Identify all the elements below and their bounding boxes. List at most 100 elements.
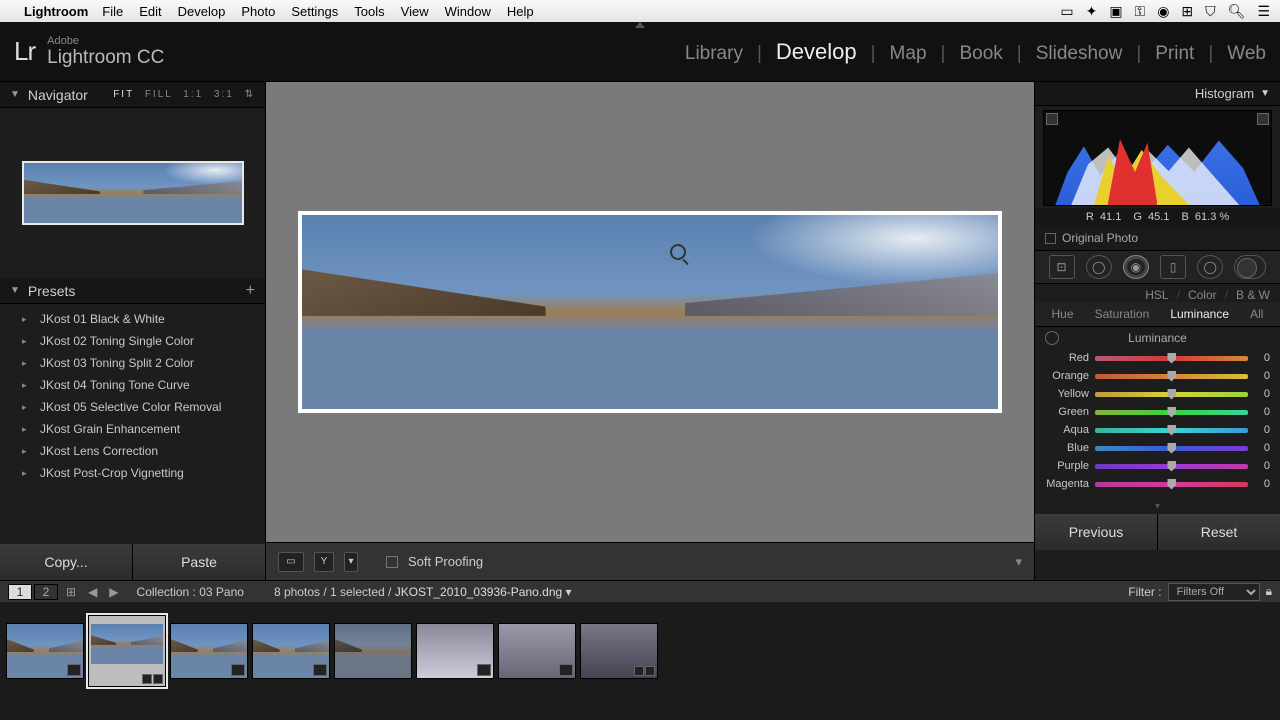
- before-after-button[interactable]: Y: [314, 552, 334, 572]
- slider-red[interactable]: Red0: [1045, 349, 1270, 367]
- previous-button[interactable]: Previous: [1035, 514, 1157, 550]
- shield-icon[interactable]: ⛉: [1205, 3, 1216, 20]
- menu-edit[interactable]: Edit: [139, 4, 161, 19]
- preset-item[interactable]: JKost 03 Toning Split 2 Color: [0, 352, 265, 374]
- collection-breadcrumb[interactable]: Collection : 03 Pano: [137, 585, 244, 599]
- zoom-3to1[interactable]: 3:1: [214, 89, 234, 100]
- original-photo-checkbox[interactable]: [1045, 233, 1056, 244]
- preset-item[interactable]: JKost 02 Toning Single Color: [0, 330, 265, 352]
- histogram-graph[interactable]: [1043, 110, 1272, 206]
- highlight-clip-icon[interactable]: [1257, 113, 1269, 125]
- panel-overflow-icon[interactable]: ▾: [1035, 499, 1280, 514]
- filter-lock-icon[interactable]: 🔒︎: [1266, 584, 1272, 599]
- soft-proof-checkbox[interactable]: [386, 556, 398, 568]
- slider-blue[interactable]: Blue0: [1045, 439, 1270, 457]
- reset-button[interactable]: Reset: [1158, 514, 1280, 550]
- presets-header[interactable]: ▼ Presets +: [0, 278, 265, 304]
- lum-subtab[interactable]: Luminance: [1170, 307, 1229, 321]
- menu-window[interactable]: Window: [445, 4, 491, 19]
- filter-select[interactable]: Filters Off: [1168, 583, 1260, 601]
- slider-track[interactable]: [1095, 392, 1248, 397]
- view-tab-2[interactable]: 2: [34, 584, 58, 600]
- module-web[interactable]: Web: [1227, 43, 1266, 65]
- brush-tool[interactable]: [1234, 255, 1266, 279]
- slider-magenta[interactable]: Magenta0: [1045, 475, 1270, 493]
- slider-knob[interactable]: [1167, 353, 1176, 364]
- sat-subtab[interactable]: Saturation: [1095, 307, 1150, 321]
- menu-develop[interactable]: Develop: [178, 4, 226, 19]
- menu-help[interactable]: Help: [507, 4, 534, 19]
- zoom-fill[interactable]: FILL: [145, 89, 173, 100]
- preset-item[interactable]: JKost 05 Selective Color Removal: [0, 396, 265, 418]
- next-photo-icon[interactable]: ▶: [109, 585, 118, 599]
- slider-track[interactable]: [1095, 356, 1248, 361]
- preset-item[interactable]: JKost 01 Black & White: [0, 308, 265, 330]
- presets-disclosure-icon[interactable]: ▼: [10, 285, 20, 296]
- preset-item[interactable]: JKost Post-Crop Vignetting: [0, 462, 265, 484]
- zoom-1to1[interactable]: 1:1: [183, 89, 203, 100]
- slider-knob[interactable]: [1167, 461, 1176, 472]
- filmstrip-thumb[interactable]: [498, 623, 576, 679]
- list-icon[interactable]: ☰: [1257, 3, 1270, 20]
- grid-icon[interactable]: ⊞: [1181, 3, 1193, 20]
- slider-knob[interactable]: [1167, 407, 1176, 418]
- targeted-adjust-tool[interactable]: [1045, 331, 1059, 345]
- view-tab-1[interactable]: 1: [8, 584, 32, 600]
- slider-orange[interactable]: Orange0: [1045, 367, 1270, 385]
- filmstrip[interactable]: [0, 602, 1280, 700]
- grid-view-icon[interactable]: ⊞: [66, 585, 76, 599]
- menu-tools[interactable]: Tools: [354, 4, 384, 19]
- slider-knob[interactable]: [1167, 443, 1176, 454]
- module-book[interactable]: Book: [959, 43, 1002, 65]
- sync-icon[interactable]: ◉: [1157, 3, 1169, 20]
- filmstrip-thumb-selected[interactable]: [88, 615, 166, 687]
- slider-green[interactable]: Green0: [1045, 403, 1270, 421]
- navigator-header[interactable]: ▼ Navigator FIT FILL 1:1 3:1 ⇅: [0, 82, 265, 108]
- slider-track[interactable]: [1095, 410, 1248, 415]
- slider-knob[interactable]: [1167, 425, 1176, 436]
- slider-purple[interactable]: Purple0: [1045, 457, 1270, 475]
- filmstrip-thumb[interactable]: [252, 623, 330, 679]
- module-print[interactable]: Print: [1155, 43, 1194, 65]
- hsl-tab[interactable]: HSL: [1145, 288, 1168, 302]
- prev-photo-icon[interactable]: ◀: [88, 585, 97, 599]
- filmstrip-thumb[interactable]: [416, 623, 494, 679]
- module-map[interactable]: Map: [890, 43, 927, 65]
- histogram-header[interactable]: Histogram ▼: [1035, 82, 1280, 106]
- preset-item[interactable]: JKost Grain Enhancement: [0, 418, 265, 440]
- all-subtab[interactable]: All: [1250, 307, 1263, 321]
- slider-yellow[interactable]: Yellow0: [1045, 385, 1270, 403]
- filmstrip-thumb[interactable]: [334, 623, 412, 679]
- loupe-view-button[interactable]: ▭: [278, 552, 304, 572]
- toolbar-options-button[interactable]: ▾: [1015, 554, 1022, 570]
- slider-track[interactable]: [1095, 428, 1248, 433]
- grad-filter-tool[interactable]: ▯: [1160, 255, 1186, 279]
- crop-tool[interactable]: ⊡: [1049, 255, 1075, 279]
- slider-track[interactable]: [1095, 464, 1248, 469]
- zoom-fit[interactable]: FIT: [113, 89, 134, 100]
- module-develop[interactable]: Develop: [776, 39, 857, 65]
- image-viewport[interactable]: [266, 82, 1034, 542]
- copy-button[interactable]: Copy...: [0, 544, 132, 580]
- menu-view[interactable]: View: [401, 4, 429, 19]
- slider-track[interactable]: [1095, 374, 1248, 379]
- bw-tab[interactable]: B & W: [1236, 288, 1270, 302]
- display-icon[interactable]: ▭: [1060, 3, 1073, 20]
- zoom-stepper-icon[interactable]: ⇅: [245, 89, 255, 100]
- evernote-icon[interactable]: ✦: [1086, 3, 1098, 20]
- slider-knob[interactable]: [1167, 479, 1176, 490]
- spot-tool[interactable]: ◯: [1086, 255, 1112, 279]
- filmstrip-thumb[interactable]: [580, 623, 658, 679]
- filmstrip-thumb[interactable]: [170, 623, 248, 679]
- shadow-clip-icon[interactable]: [1046, 113, 1058, 125]
- before-after-mode-button[interactable]: ▾: [344, 552, 358, 572]
- redeye-tool[interactable]: ◉: [1123, 255, 1149, 279]
- preset-item[interactable]: JKost 04 Toning Tone Curve: [0, 374, 265, 396]
- menu-file[interactable]: File: [102, 4, 123, 19]
- navigator-disclosure-icon[interactable]: ▼: [10, 89, 20, 100]
- slider-knob[interactable]: [1167, 389, 1176, 400]
- slider-aqua[interactable]: Aqua0: [1045, 421, 1270, 439]
- key-icon[interactable]: ⚿: [1135, 3, 1146, 20]
- paste-button[interactable]: Paste: [133, 544, 265, 580]
- navigator-preview[interactable]: [0, 108, 265, 278]
